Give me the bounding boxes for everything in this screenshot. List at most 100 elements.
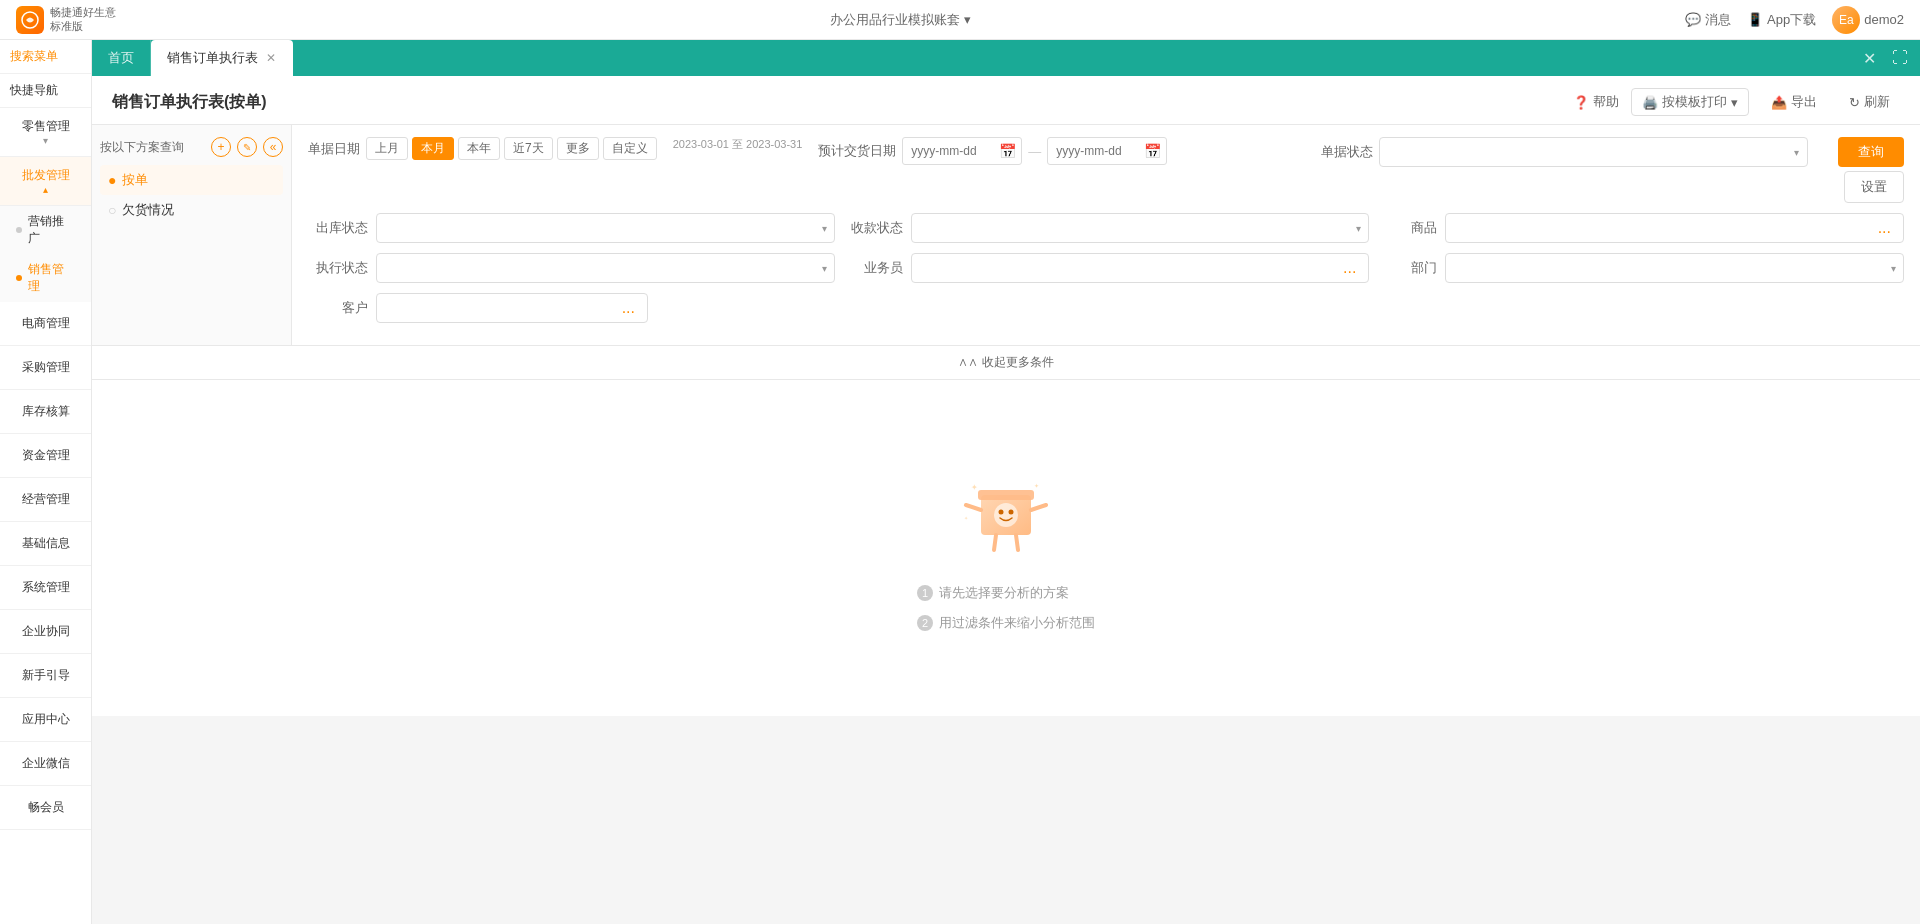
tab-close-all-btn[interactable]: ✕ bbox=[1859, 47, 1880, 70]
tabbar-right: ✕ ⛶ bbox=[1859, 47, 1920, 70]
message-btn[interactable]: 💬 消息 bbox=[1685, 11, 1731, 29]
shipment-status-input[interactable] bbox=[376, 213, 835, 243]
sidebar-search[interactable]: 搜索菜单 bbox=[0, 40, 91, 74]
filter-left-header: 按以下方案查询 + ✎ « bbox=[100, 137, 283, 157]
filter-row-2: 出库状态 ▾ 收款状态 ▾ bbox=[308, 213, 1904, 243]
user-profile[interactable]: Ea demo2 bbox=[1832, 6, 1904, 34]
date-btn-thisyear[interactable]: 本年 bbox=[458, 137, 500, 160]
customer-field: 客户 ... bbox=[308, 293, 648, 323]
sidebar-item-retail[interactable]: 零售管理 ▾ bbox=[0, 108, 91, 157]
page-title: 销售订单执行表(按单) bbox=[112, 92, 267, 113]
order-status-arrow: ▾ bbox=[1794, 147, 1799, 158]
exec-status-input[interactable] bbox=[376, 253, 835, 283]
filter-row-4: 客户 ... bbox=[308, 293, 1904, 323]
date-btn-custom[interactable]: 自定义 bbox=[603, 137, 657, 160]
sidebar-item-wechat[interactable]: 企业微信 bbox=[0, 742, 91, 786]
filter-add-btn[interactable]: + bbox=[211, 137, 231, 157]
salesperson-dots-btn[interactable]: ... bbox=[1339, 259, 1360, 277]
empty-tip-row-1: 1 请先选择要分析的方案 bbox=[917, 580, 1095, 606]
exec-status-label: 执行状态 bbox=[308, 259, 368, 277]
collapse-bar[interactable]: ∧∧ 收起更多条件 bbox=[92, 346, 1920, 380]
dept-label: 部门 bbox=[1377, 259, 1437, 277]
shipment-status-label: 出库状态 bbox=[308, 219, 368, 237]
filter-left: 按以下方案查询 + ✎ « ● 按单 ○ 欠货情况 bbox=[92, 125, 292, 345]
sidebar-item-wholesale[interactable]: 批发管理 ▴ bbox=[0, 157, 91, 206]
exec-status-field: 执行状态 ▾ bbox=[308, 253, 835, 283]
tab-sales-exec[interactable]: 销售订单执行表 ✕ bbox=[151, 40, 293, 76]
shipment-status-field: 出库状态 ▾ bbox=[308, 213, 835, 243]
sidebar-item-system[interactable]: 系统管理 bbox=[0, 566, 91, 610]
filter-right: 单据日期 上月 本月 本年 近7天 更多 自定义 2023-03-0 bbox=[292, 125, 1920, 345]
app-download-btn[interactable]: 📱 App下载 bbox=[1747, 11, 1816, 29]
export-btn[interactable]: 📤 导出 bbox=[1761, 89, 1827, 115]
svg-point-5 bbox=[1009, 510, 1014, 515]
sidebar-item-finance[interactable]: 资金管理 bbox=[0, 434, 91, 478]
expected-date-from[interactable] bbox=[902, 137, 1022, 165]
sidebar-sub-sales[interactable]: 销售管理 bbox=[0, 254, 91, 302]
sidebar-sub-marketing[interactable]: 营销推广 bbox=[0, 206, 91, 254]
filter-nav-by-debt[interactable]: ○ 欠货情况 bbox=[100, 195, 283, 225]
sidebar-quick-nav[interactable]: 快捷导航 bbox=[0, 74, 91, 108]
expected-date-from-wrapper: 📅 bbox=[902, 137, 1022, 165]
receipt-status-input[interactable] bbox=[911, 213, 1370, 243]
svg-line-6 bbox=[966, 505, 981, 510]
salesperson-label: 业务员 bbox=[843, 259, 903, 277]
help-label: 帮助 bbox=[1593, 93, 1619, 111]
date-label: 单据日期 bbox=[308, 140, 360, 158]
tip-num-1: 1 bbox=[917, 585, 933, 601]
logo-icon bbox=[16, 6, 44, 34]
page-header-actions: ❓ 帮助 🖨️ 按模板打印 ▾ 📤 导出 ↻ 刷新 bbox=[1573, 88, 1900, 116]
print-label: 按模板打印 bbox=[1662, 93, 1727, 111]
sidebar-item-appcenter[interactable]: 应用中心 bbox=[0, 698, 91, 742]
date-btn-more[interactable]: 更多 bbox=[557, 137, 599, 160]
filter-edit-btn[interactable]: ✎ bbox=[237, 137, 257, 157]
tab-sales-exec-label: 销售订单执行表 bbox=[167, 49, 258, 67]
sidebar-item-member[interactable]: 畅会员 bbox=[0, 786, 91, 830]
expected-date-to[interactable] bbox=[1047, 137, 1167, 165]
dropdown-icon: ▾ bbox=[964, 12, 971, 27]
customer-dots-btn[interactable]: ... bbox=[618, 299, 639, 317]
query-btn[interactable]: 查询 bbox=[1838, 137, 1904, 167]
sidebar-item-ecommerce[interactable]: 电商管理 bbox=[0, 302, 91, 346]
page-selector[interactable]: 办公用品行业模拟账套 ▾ bbox=[830, 11, 971, 29]
sidebar-item-purchase[interactable]: 采购管理 bbox=[0, 346, 91, 390]
svg-rect-2 bbox=[978, 490, 1034, 500]
filter-collapse-btn[interactable]: « bbox=[263, 137, 283, 157]
filter-left-title: 按以下方案查询 bbox=[100, 139, 184, 156]
sub-dot-marketing bbox=[16, 227, 22, 233]
date-quick-btns: 上月 本月 本年 近7天 更多 自定义 bbox=[366, 137, 657, 160]
sidebar-item-enterprise[interactable]: 企业协同 bbox=[0, 610, 91, 654]
svg-point-4 bbox=[999, 510, 1004, 515]
print-icon: 🖨️ bbox=[1642, 95, 1658, 110]
help-btn[interactable]: ❓ 帮助 bbox=[1573, 93, 1619, 111]
date-btn-lastmonth[interactable]: 上月 bbox=[366, 137, 408, 160]
date-btn-thismonth[interactable]: 本月 bbox=[412, 137, 454, 160]
receipt-status-label: 收款状态 bbox=[843, 219, 903, 237]
print-btn[interactable]: 🖨️ 按模板打印 ▾ bbox=[1631, 88, 1749, 116]
dept-field: 部门 ▾ bbox=[1377, 253, 1904, 283]
svg-text:✦: ✦ bbox=[1034, 483, 1039, 489]
goods-label: 商品 bbox=[1377, 219, 1437, 237]
goods-dots-btn[interactable]: ... bbox=[1874, 219, 1895, 237]
sidebar-item-operation[interactable]: 经营管理 bbox=[0, 478, 91, 522]
date-btn-7days[interactable]: 近7天 bbox=[504, 137, 553, 160]
by-debt-label: 欠货情况 bbox=[122, 201, 174, 219]
sidebar-item-newbie[interactable]: 新手引导 bbox=[0, 654, 91, 698]
avatar: Ea bbox=[1832, 6, 1860, 34]
sidebar: 搜索菜单 快捷导航 零售管理 ▾ 批发管理 ▴ 营销推广 销售管理 电商管理 采… bbox=[0, 40, 92, 924]
tab-fullscreen-btn[interactable]: ⛶ bbox=[1888, 47, 1912, 69]
sidebar-item-inventory[interactable]: 库存核算 bbox=[0, 390, 91, 434]
svg-text:✦: ✦ bbox=[971, 483, 978, 492]
setting-btn[interactable]: 设置 bbox=[1844, 171, 1904, 203]
date-range-text: 2023-03-01 至 2023-03-31 bbox=[673, 137, 803, 152]
order-status-select[interactable]: ▾ bbox=[1379, 137, 1808, 167]
dept-input[interactable] bbox=[1445, 253, 1904, 283]
filter-left-icons: + ✎ « bbox=[211, 137, 283, 157]
logo-area: 畅捷通好生意 标准版 bbox=[16, 6, 116, 34]
sidebar-item-basic[interactable]: 基础信息 bbox=[0, 522, 91, 566]
empty-tip-row-2: 2 用过滤条件来缩小分析范围 bbox=[917, 610, 1095, 636]
tab-home[interactable]: 首页 bbox=[92, 40, 151, 76]
filter-nav-by-order[interactable]: ● 按单 bbox=[100, 165, 283, 195]
refresh-btn[interactable]: ↻ 刷新 bbox=[1839, 89, 1900, 115]
tab-close-btn[interactable]: ✕ bbox=[266, 51, 276, 65]
